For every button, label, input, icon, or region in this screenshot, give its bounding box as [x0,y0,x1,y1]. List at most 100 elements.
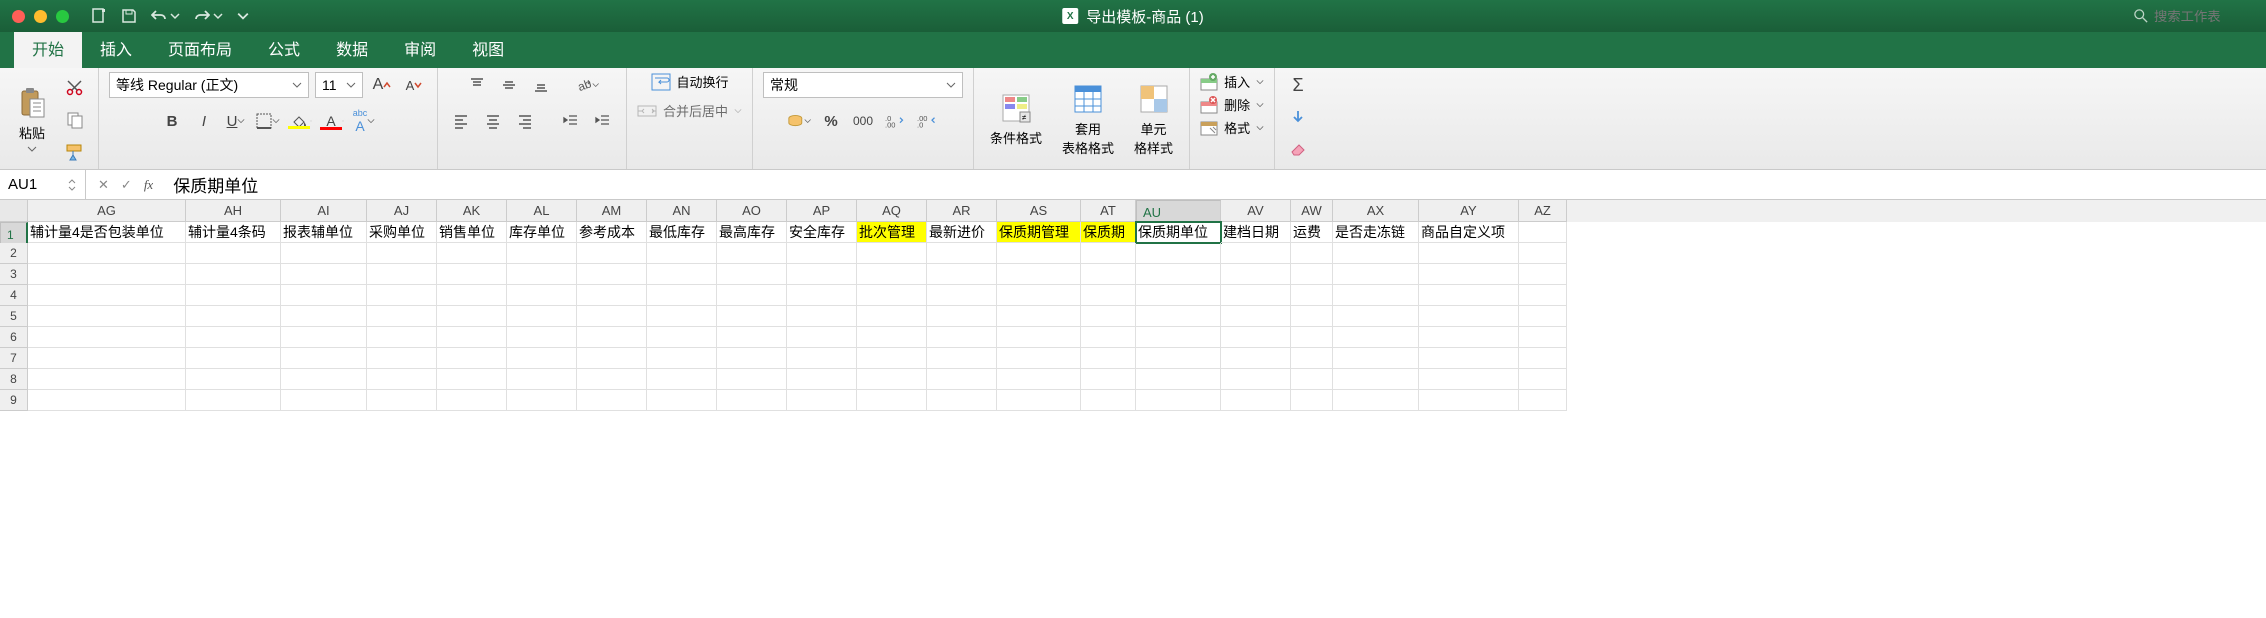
cell-AT8[interactable] [1081,369,1136,390]
cell-AH4[interactable] [186,285,281,306]
minimize-window-button[interactable] [34,10,47,23]
orientation-button[interactable]: ab [574,72,600,98]
column-header-AY[interactable]: AY [1419,200,1519,222]
column-header-AL[interactable]: AL [507,200,577,222]
cell-AN2[interactable] [647,243,717,264]
cell-AM9[interactable] [577,390,647,411]
cell-AR9[interactable] [927,390,997,411]
cell-AU3[interactable] [1136,264,1221,285]
cell-AO6[interactable] [717,327,787,348]
font-color-button[interactable]: A [319,108,345,134]
wrap-text-button[interactable]: 自动换行 [651,72,729,91]
cell-AX2[interactable] [1333,243,1419,264]
cell-AL5[interactable] [507,306,577,327]
cell-AH7[interactable] [186,348,281,369]
tab-2[interactable]: 页面布局 [150,28,250,68]
cell-AP9[interactable] [787,390,857,411]
row-header-2[interactable]: 2 [0,243,28,264]
cell-AG8[interactable] [28,369,186,390]
cell-AH9[interactable] [186,390,281,411]
cell-AL1[interactable]: 库存单位 [507,222,577,243]
cell-AH2[interactable] [186,243,281,264]
cell-AO8[interactable] [717,369,787,390]
cell-AV8[interactable] [1221,369,1291,390]
cell-AX1[interactable]: 是否走冻链 [1333,222,1419,243]
cell-AL4[interactable] [507,285,577,306]
cell-AP5[interactable] [787,306,857,327]
cell-AY6[interactable] [1419,327,1519,348]
cell-AU1[interactable]: 保质期单位 [1136,222,1221,243]
cell-AS2[interactable] [997,243,1081,264]
cell-AZ7[interactable] [1519,348,1567,369]
cell-AM4[interactable] [577,285,647,306]
redo-button[interactable] [194,9,223,23]
cell-AW5[interactable] [1291,306,1333,327]
cell-AX5[interactable] [1333,306,1419,327]
increase-font-button[interactable]: A [369,72,395,98]
cell-AM1[interactable]: 参考成本 [577,222,647,243]
column-header-AG[interactable]: AG [28,200,186,222]
cell-AQ4[interactable] [857,285,927,306]
align-bottom-button[interactable] [528,72,554,98]
align-right-button[interactable] [512,108,538,134]
accept-formula-button[interactable]: ✓ [121,177,132,193]
column-header-AT[interactable]: AT [1081,200,1136,222]
cell-AR1[interactable]: 最新进价 [927,222,997,243]
cell-AP8[interactable] [787,369,857,390]
cell-AI8[interactable] [281,369,367,390]
column-header-AP[interactable]: AP [787,200,857,222]
cell-AR5[interactable] [927,306,997,327]
phonetic-button[interactable]: abcA [351,108,377,134]
cell-AN1[interactable]: 最低库存 [647,222,717,243]
cell-AT4[interactable] [1081,285,1136,306]
cell-AH8[interactable] [186,369,281,390]
cell-AO5[interactable] [717,306,787,327]
cell-AH5[interactable] [186,306,281,327]
cell-AO3[interactable] [717,264,787,285]
percent-button[interactable]: % [818,108,844,134]
cell-AL3[interactable] [507,264,577,285]
cell-styles-button[interactable]: 单元 格样式 [1128,79,1179,161]
align-left-button[interactable] [448,108,474,134]
cell-AN6[interactable] [647,327,717,348]
tab-1[interactable]: 插入 [82,28,150,68]
cell-AX4[interactable] [1333,285,1419,306]
cell-AY4[interactable] [1419,285,1519,306]
tab-0[interactable]: 开始 [14,28,82,68]
cell-AJ1[interactable]: 采购单位 [367,222,437,243]
row-header-3[interactable]: 3 [0,264,28,285]
cell-AP6[interactable] [787,327,857,348]
search-input[interactable] [2154,9,2254,24]
cell-AR2[interactable] [927,243,997,264]
cell-AS9[interactable] [997,390,1081,411]
cell-AT6[interactable] [1081,327,1136,348]
cell-AI2[interactable] [281,243,367,264]
fill-button[interactable] [1285,104,1311,130]
cell-AM3[interactable] [577,264,647,285]
cell-AY9[interactable] [1419,390,1519,411]
cell-AM8[interactable] [577,369,647,390]
cell-AT7[interactable] [1081,348,1136,369]
column-header-AS[interactable]: AS [997,200,1081,222]
cell-AS1[interactable]: 保质期管理 [997,222,1081,243]
cell-AX6[interactable] [1333,327,1419,348]
cell-AS6[interactable] [997,327,1081,348]
cell-AS3[interactable] [997,264,1081,285]
font-size-select[interactable]: 11 [315,72,363,98]
cell-AJ4[interactable] [367,285,437,306]
cell-AK7[interactable] [437,348,507,369]
delete-cells-button[interactable]: 删除 [1200,95,1264,114]
cell-AQ1[interactable]: 批次管理 [857,222,927,243]
cell-AJ7[interactable] [367,348,437,369]
cell-AU4[interactable] [1136,285,1221,306]
cell-AZ5[interactable] [1519,306,1567,327]
tab-6[interactable]: 视图 [454,28,522,68]
cell-AG4[interactable] [28,285,186,306]
cell-AW2[interactable] [1291,243,1333,264]
cell-AT2[interactable] [1081,243,1136,264]
cell-AP2[interactable] [787,243,857,264]
paste-button[interactable]: 粘贴 [10,83,54,156]
save-icon[interactable] [121,8,137,24]
align-middle-button[interactable] [496,72,522,98]
cell-AG2[interactable] [28,243,186,264]
